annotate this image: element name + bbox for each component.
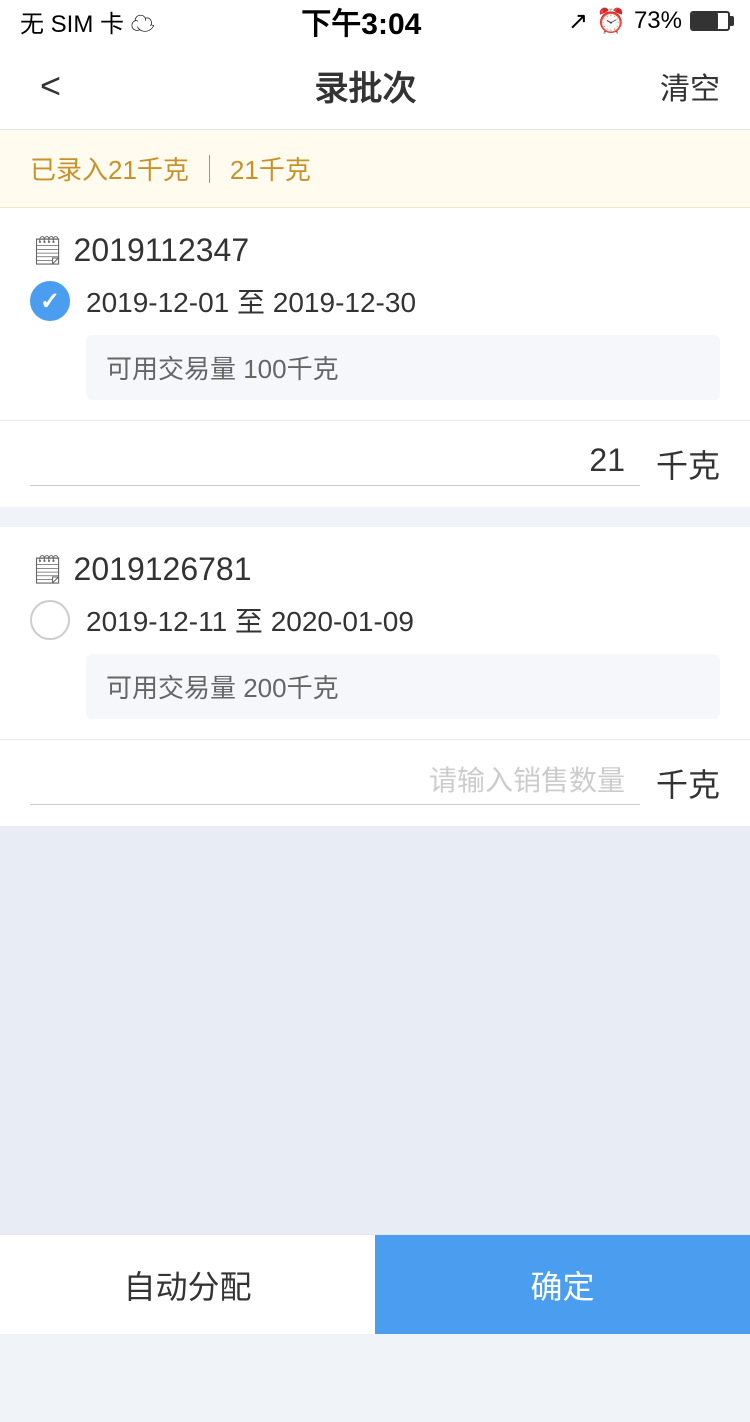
section-divider-1 bbox=[0, 507, 750, 527]
qty-input-1[interactable] bbox=[340, 442, 640, 479]
status-left: 无 SIM 卡 ☁ bbox=[20, 4, 155, 39]
batch-id-row-1: 🗒 2019112347 bbox=[30, 232, 720, 269]
status-bar: 无 SIM 卡 ☁ 下午3:04 ↗ ⏰ 73% bbox=[0, 0, 750, 42]
status-time: 下午3:04 bbox=[301, 0, 421, 43]
qty-wrapper-1 bbox=[30, 442, 640, 486]
radio-btn-2[interactable] bbox=[30, 600, 70, 640]
qty-underline-1 bbox=[30, 485, 640, 486]
battery-icon bbox=[690, 11, 730, 31]
batch-date-row-1[interactable]: 2019-12-01 至 2019-12-30 bbox=[30, 281, 720, 321]
summary-amount: 21千克 bbox=[230, 150, 311, 187]
batch-doc-icon-2: 🗒 bbox=[30, 553, 66, 586]
back-button[interactable]: < bbox=[30, 55, 71, 117]
available-qty-1: 可用交易量 100千克 bbox=[86, 335, 720, 400]
qty-input-row-1: 千克 bbox=[0, 420, 750, 507]
qty-input-2[interactable] bbox=[340, 761, 640, 798]
clear-button[interactable]: 清空 bbox=[660, 64, 720, 108]
radio-btn-1[interactable] bbox=[30, 281, 70, 321]
batch-item-2-inner: 🗒 2019126781 2019-12-11 至 2020-01-09 可用交… bbox=[0, 527, 750, 739]
batch-id-row-2: 🗒 2019126781 bbox=[30, 551, 720, 588]
summary-bar: 已录入21千克 21千克 bbox=[0, 130, 750, 208]
qty-unit-2: 千克 bbox=[656, 760, 720, 806]
batch-id-2: 2019126781 bbox=[74, 551, 252, 588]
page-title: 录批次 bbox=[315, 61, 417, 110]
qty-input-row-2: 千克 bbox=[0, 739, 750, 826]
status-right: ↗ ⏰ 73% bbox=[568, 7, 730, 36]
main-content: 已录入21千克 21千克 🗒 2019112347 2019-12-01 至 2… bbox=[0, 130, 750, 1422]
qty-unit-1: 千克 bbox=[656, 441, 720, 487]
batch-date-1: 2019-12-01 至 2019-12-30 bbox=[86, 281, 416, 321]
location-icon: ↗ bbox=[568, 7, 588, 36]
batch-id-1: 2019112347 bbox=[74, 232, 250, 269]
batch-date-row-2[interactable]: 2019-12-11 至 2020-01-09 bbox=[30, 600, 720, 640]
available-qty-2: 可用交易量 200千克 bbox=[86, 654, 720, 719]
batch-item-2: 🗒 2019126781 2019-12-11 至 2020-01-09 可用交… bbox=[0, 527, 750, 826]
auto-distribute-button[interactable]: 自动分配 bbox=[0, 1235, 375, 1334]
sim-label: 无 SIM 卡 ☁ bbox=[20, 4, 155, 39]
batch-item-1: 🗒 2019112347 2019-12-01 至 2019-12-30 可用交… bbox=[0, 208, 750, 507]
bottom-bar: 自动分配 确定 bbox=[0, 1234, 750, 1334]
batch-doc-icon-1: 🗒 bbox=[30, 234, 66, 267]
summary-divider bbox=[209, 155, 210, 183]
confirm-button[interactable]: 确定 bbox=[375, 1235, 750, 1334]
batch-date-2: 2019-12-11 至 2020-01-09 bbox=[86, 600, 414, 640]
battery-percent: 73% bbox=[634, 7, 682, 35]
qty-wrapper-2 bbox=[30, 761, 640, 805]
qty-underline-2 bbox=[30, 804, 640, 805]
alarm-icon: ⏰ bbox=[596, 7, 626, 36]
nav-bar: < 录批次 清空 bbox=[0, 42, 750, 130]
summary-label: 已录入21千克 bbox=[30, 150, 189, 187]
batch-item-1-inner: 🗒 2019112347 2019-12-01 至 2019-12-30 可用交… bbox=[0, 208, 750, 420]
